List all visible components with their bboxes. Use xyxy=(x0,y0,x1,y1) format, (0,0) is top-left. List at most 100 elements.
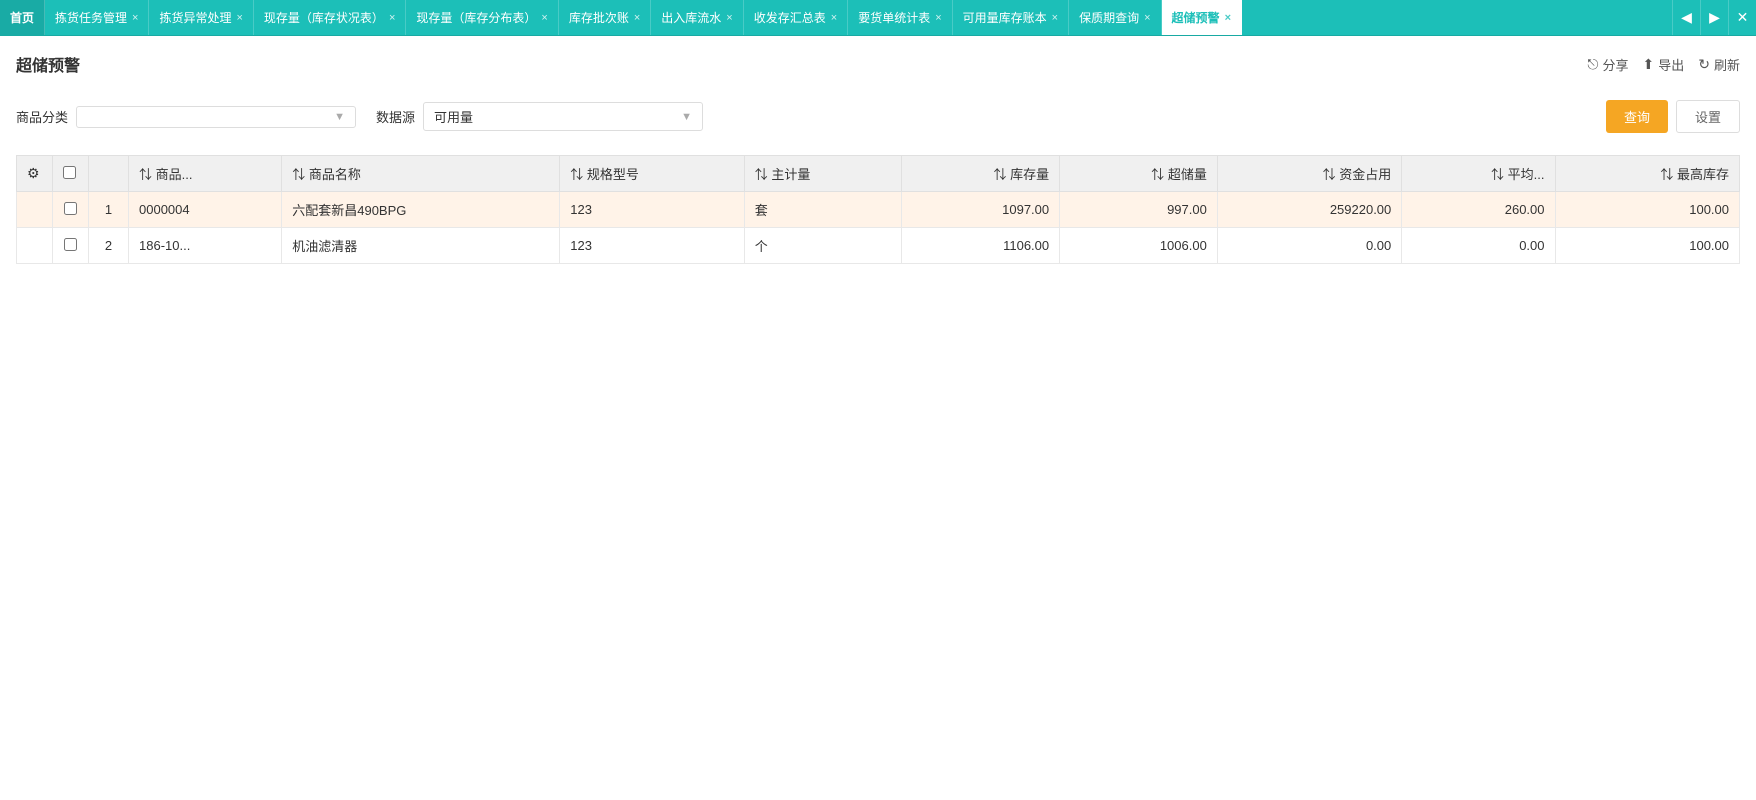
close-batch-ledger[interactable]: × xyxy=(634,12,640,24)
nav-home[interactable]: 首页 xyxy=(0,0,45,35)
page-container: 超储预警 ⎋ 分享 ⬆ 导出 ↻ 刷新 商品分类 ▼ 数据源 xyxy=(0,36,1756,800)
row-gear-0 xyxy=(17,192,53,228)
row-spec-1: 123 xyxy=(560,228,744,264)
th-check xyxy=(53,156,89,192)
sort-avg-icon[interactable]: ⇅ xyxy=(1491,167,1504,182)
row-product-name-0: 六配套新昌490BPG xyxy=(282,192,560,228)
th-max-stock: ⇅ 最高库存 xyxy=(1555,156,1740,192)
refresh-icon: ↻ xyxy=(1698,56,1710,73)
set-button[interactable]: 设置 xyxy=(1676,100,1740,133)
th-gear: ⚙ xyxy=(17,156,53,192)
nav-avail-ledger[interactable]: 可用量库存账本 × xyxy=(953,0,1069,35)
th-avg: ⇅ 平均... xyxy=(1402,156,1555,192)
nav-right-arrow[interactable]: ▶ xyxy=(1700,0,1728,35)
sort-overstock-icon[interactable]: ⇅ xyxy=(1151,167,1164,182)
page-header: 超储预警 ⎋ 分享 ⬆ 导出 ↻ 刷新 xyxy=(16,52,1740,76)
row-max-stock-0: 100.00 xyxy=(1555,192,1740,228)
table-body: 1 0000004 六配套新昌490BPG 123 套 1097.00 997.… xyxy=(17,192,1740,264)
nav-stock-status[interactable]: 现存量（库存状况表） × xyxy=(254,0,406,35)
row-unit-0: 套 xyxy=(744,192,902,228)
close-stock-status[interactable]: × xyxy=(389,12,395,24)
nav-abnormal[interactable]: 拣货异常处理 × xyxy=(149,0,253,35)
row-stock-1: 1106.00 xyxy=(902,228,1060,264)
refresh-button[interactable]: ↻ 刷新 xyxy=(1698,55,1740,74)
nav-inout-flow[interactable]: 出入库流水 × xyxy=(651,0,743,35)
close-overstock[interactable]: × xyxy=(1225,12,1231,24)
row-overstock-0: 997.00 xyxy=(1060,192,1218,228)
table-header: ⚙ ⇅ 商品... ⇅ 商品名称 ⇅ 规格型号 xyxy=(17,156,1740,192)
row-num-0: 1 xyxy=(89,192,129,228)
category-label: 商品分类 xyxy=(16,107,68,126)
row-unit-1: 个 xyxy=(744,228,902,264)
row-capital-1: 0.00 xyxy=(1217,228,1401,264)
th-capital: ⇅ 资金占用 xyxy=(1217,156,1401,192)
th-product-name: ⇅ 商品名称 xyxy=(282,156,560,192)
row-overstock-1: 1006.00 xyxy=(1060,228,1218,264)
nav-task-mgmt[interactable]: 拣货任务管理 × xyxy=(45,0,149,35)
nav-overstock[interactable]: 超储预警 × xyxy=(1162,0,1242,35)
row-capital-0: 259220.00 xyxy=(1217,192,1401,228)
share-icon: ⎋ xyxy=(1587,56,1598,73)
data-table: ⚙ ⇅ 商品... ⇅ 商品名称 ⇅ 规格型号 xyxy=(16,155,1740,264)
close-stock-dist[interactable]: × xyxy=(541,12,547,24)
export-icon: ⬆ xyxy=(1643,56,1655,73)
select-all-checkbox[interactable] xyxy=(63,166,76,179)
th-overstock: ⇅ 超储量 xyxy=(1060,156,1218,192)
sort-unit-icon[interactable]: ⇅ xyxy=(755,167,768,182)
category-arrow-icon: ▼ xyxy=(334,111,345,123)
sort-capital-icon[interactable]: ⇅ xyxy=(1323,167,1336,182)
share-button[interactable]: ⎋ 分享 xyxy=(1587,55,1628,74)
sort-stock-icon[interactable]: ⇅ xyxy=(993,167,1006,182)
table-row: 2 186-10... 机油滤清器 123 个 1106.00 1006.00 … xyxy=(17,228,1740,264)
category-select[interactable]: ▼ xyxy=(76,106,356,128)
category-filter-group: 商品分类 ▼ xyxy=(16,106,356,128)
row-checkbox-0[interactable] xyxy=(64,202,77,215)
close-order-stats[interactable]: × xyxy=(935,12,941,24)
nav-close-arrow[interactable]: ✕ xyxy=(1728,0,1756,35)
filter-actions: 查询 设置 xyxy=(1606,100,1740,133)
close-quality[interactable]: × xyxy=(1144,12,1150,24)
page-title: 超储预警 xyxy=(16,52,80,76)
datasource-value: 可用量 xyxy=(434,107,473,126)
nav-quality[interactable]: 保质期查询 × xyxy=(1069,0,1161,35)
sort-product-name-icon[interactable]: ⇅ xyxy=(292,167,305,182)
close-abnormal[interactable]: × xyxy=(236,12,242,24)
row-product-code-0: 0000004 xyxy=(129,192,282,228)
sort-spec-icon[interactable]: ⇅ xyxy=(570,167,583,182)
row-check-1[interactable] xyxy=(53,228,89,264)
th-stock: ⇅ 库存量 xyxy=(902,156,1060,192)
row-stock-0: 1097.00 xyxy=(902,192,1060,228)
datasource-filter-group: 数据源 可用量 ▼ xyxy=(376,102,703,131)
close-avail-ledger[interactable]: × xyxy=(1052,12,1058,24)
close-inout-flow[interactable]: × xyxy=(726,12,732,24)
close-task-mgmt[interactable]: × xyxy=(132,12,138,24)
gear-icon[interactable]: ⚙ xyxy=(27,165,40,181)
row-gear-1 xyxy=(17,228,53,264)
row-checkbox-1[interactable] xyxy=(64,238,77,251)
row-check-0[interactable] xyxy=(53,192,89,228)
top-nav: 首页 拣货任务管理 × 拣货异常处理 × 现存量（库存状况表） × 现存量（库存… xyxy=(0,0,1756,36)
nav-left-arrow[interactable]: ◀ xyxy=(1672,0,1700,35)
header-row: ⚙ ⇅ 商品... ⇅ 商品名称 ⇅ 规格型号 xyxy=(17,156,1740,192)
header-actions: ⎋ 分享 ⬆ 导出 ↻ 刷新 xyxy=(1587,55,1740,74)
row-avg-0: 260.00 xyxy=(1402,192,1555,228)
datasource-label: 数据源 xyxy=(376,107,415,126)
export-button[interactable]: ⬆ 导出 xyxy=(1643,55,1685,74)
th-product-code: ⇅ 商品... xyxy=(129,156,282,192)
th-spec: ⇅ 规格型号 xyxy=(560,156,744,192)
sort-product-code-icon[interactable]: ⇅ xyxy=(139,167,152,182)
nav-collection[interactable]: 收发存汇总表 × xyxy=(744,0,848,35)
row-max-stock-1: 100.00 xyxy=(1555,228,1740,264)
th-unit: ⇅ 主计量 xyxy=(744,156,902,192)
sort-max-stock-icon[interactable]: ⇅ xyxy=(1660,167,1673,182)
th-rownum xyxy=(89,156,129,192)
nav-batch-ledger[interactable]: 库存批次账 × xyxy=(559,0,651,35)
nav-order-stats[interactable]: 要货单统计表 × xyxy=(848,0,952,35)
close-collection[interactable]: × xyxy=(831,12,837,24)
filter-row: 商品分类 ▼ 数据源 可用量 ▼ 查询 设置 xyxy=(16,90,1740,143)
nav-stock-dist[interactable]: 现存量（库存分布表） × xyxy=(406,0,558,35)
query-button[interactable]: 查询 xyxy=(1606,100,1668,133)
table-row: 1 0000004 六配套新昌490BPG 123 套 1097.00 997.… xyxy=(17,192,1740,228)
row-spec-0: 123 xyxy=(560,192,744,228)
datasource-select[interactable]: 可用量 ▼ xyxy=(423,102,703,131)
